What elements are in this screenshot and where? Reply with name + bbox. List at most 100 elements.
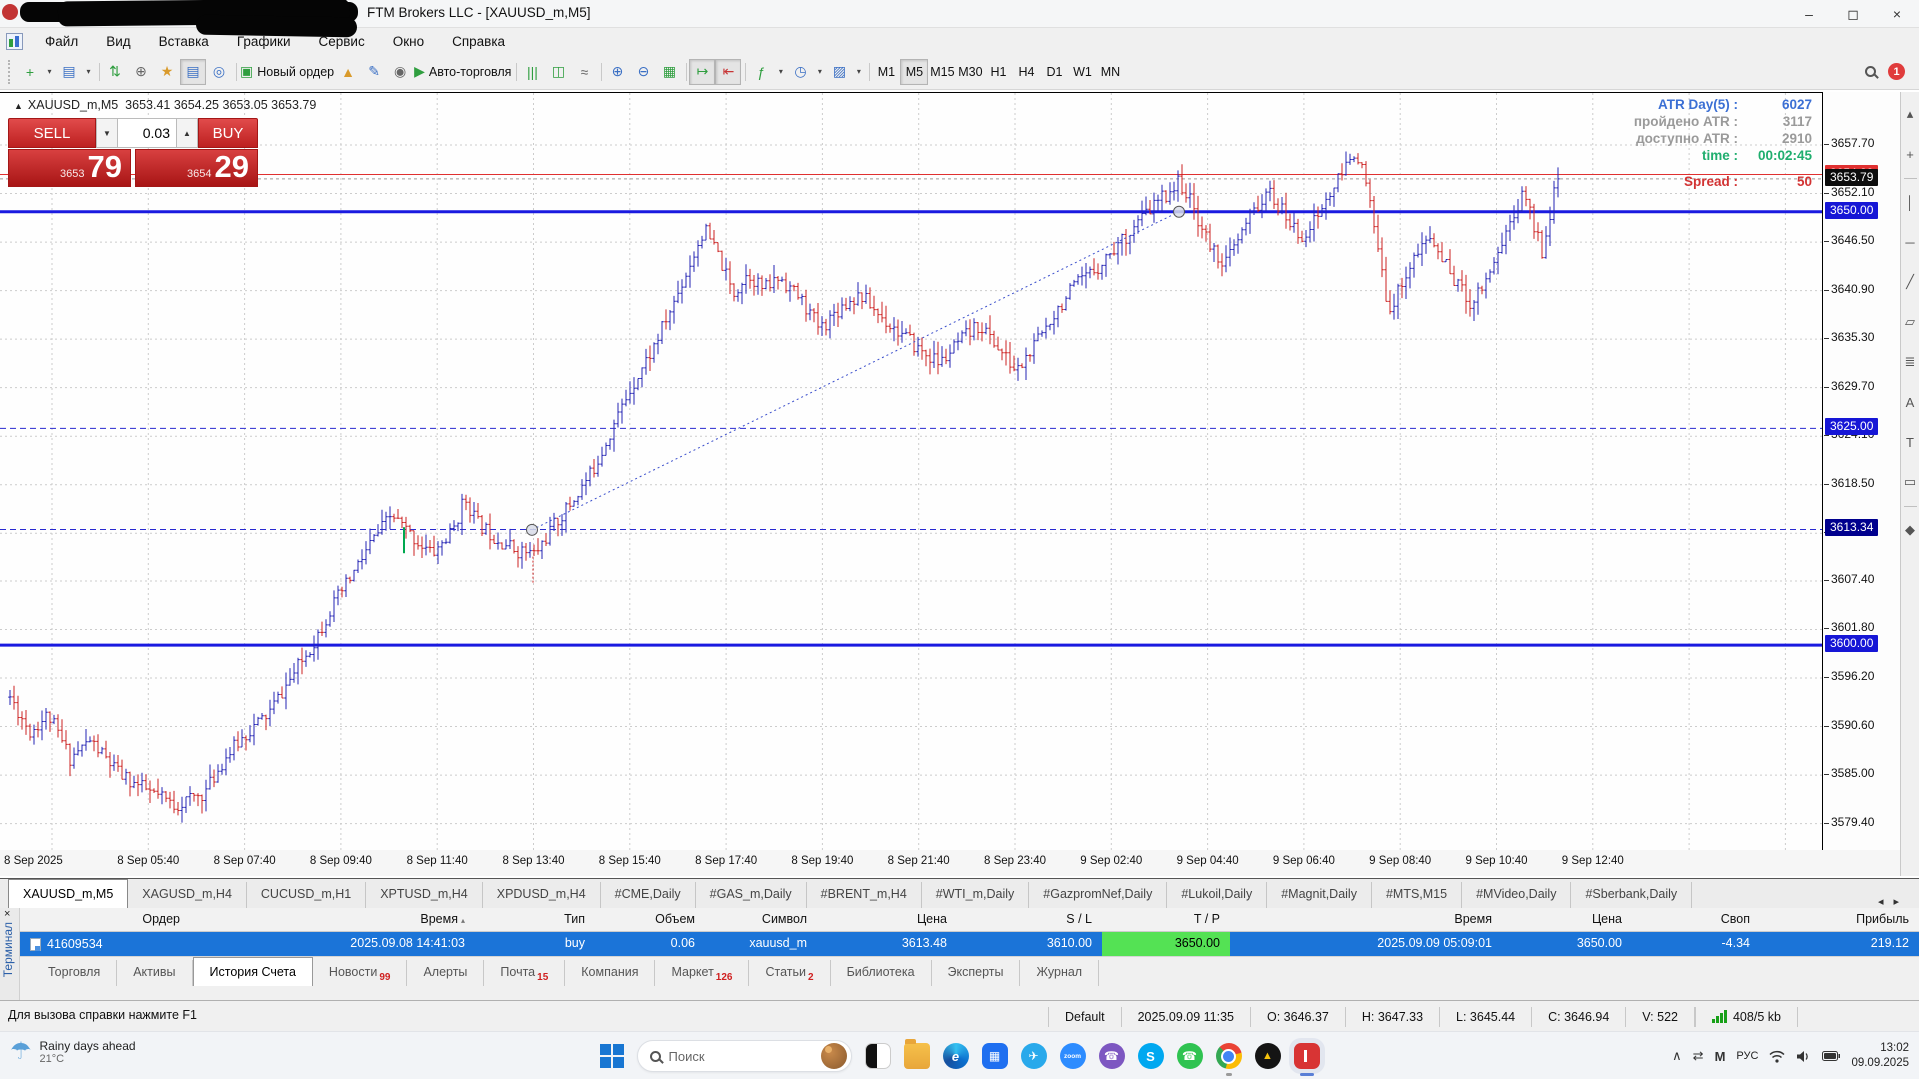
new-order-button[interactable]: ▣ Новый ордер	[239, 59, 335, 85]
symbol-tab[interactable]: XAGUSD_m,H4	[128, 882, 247, 908]
auto-scroll-button[interactable]: ↦	[689, 58, 716, 85]
menu-item[interactable]: Окно	[379, 30, 438, 53]
terminal-tab[interactable]: Журнал	[1020, 960, 1100, 986]
terminal-tab[interactable]: Эксперты	[932, 960, 1021, 986]
table-header-cell[interactable]: Ордер	[20, 908, 190, 931]
symbol-tab[interactable]: XAUUSD_m,M5	[8, 879, 129, 908]
profiles-button[interactable]: ▤	[56, 59, 82, 85]
symbol-tab[interactable]: #CME,Daily	[601, 882, 696, 908]
templates-button[interactable]: ▨	[826, 59, 852, 85]
table-header-cell[interactable]: Символ	[705, 908, 817, 931]
weather-widget[interactable]: ☂ Rainy days ahead 21°C	[10, 1037, 136, 1066]
strategy-tester-button[interactable]: ◎	[206, 59, 232, 85]
arrows-tool[interactable]: ◆	[1902, 510, 1919, 550]
profiles-dropdown[interactable]: ▾	[82, 59, 95, 85]
notification-badge[interactable]: 1	[1888, 63, 1905, 80]
zoom-icon[interactable]: zoom	[1059, 1043, 1086, 1069]
symbol-tab[interactable]: #MVideo,Daily	[1462, 882, 1572, 908]
data-window-button[interactable]: ⊕	[128, 59, 154, 85]
symbol-tab[interactable]: #GAS_m,Daily	[696, 882, 807, 908]
vertical-line-tool[interactable]: │	[1902, 182, 1919, 222]
new-chart-dropdown[interactable]: ▾	[43, 59, 56, 85]
rectangle-tool[interactable]: ▭	[1902, 462, 1919, 502]
lot-size-input[interactable]: 0.03	[118, 118, 176, 148]
table-header-cell[interactable]: Объем	[595, 908, 705, 931]
terminal-button[interactable]: ▤	[180, 58, 206, 85]
symbol-tab[interactable]: #Magnit,Daily	[1267, 882, 1372, 908]
history-table-row[interactable]: 41609534 2025.09.08 14:41:03 buy 0.06 xa…	[20, 932, 1919, 956]
navigator-button[interactable]: ★	[154, 59, 180, 85]
terminal-close-icon[interactable]: ×	[4, 908, 10, 920]
symbol-tab[interactable]: #Lukoil,Daily	[1167, 882, 1268, 908]
symbol-tab[interactable]: #MTS,M15	[1372, 882, 1463, 908]
start-button[interactable]	[599, 1044, 624, 1068]
file-explorer-icon[interactable]	[903, 1039, 930, 1069]
terminal-tab[interactable]: Новости 99	[313, 960, 408, 986]
text-label-tool[interactable]: T	[1902, 422, 1919, 462]
collapse-triangle-icon[interactable]: ▲	[14, 101, 23, 111]
symbol-tab[interactable]: #WTI_m,Daily	[922, 882, 1030, 908]
search-box[interactable]: Поиск	[636, 1040, 852, 1072]
terminal-tab[interactable]: Активы	[117, 960, 193, 986]
search-icon[interactable]	[1865, 66, 1876, 77]
timeframe-d1-button[interactable]: D1	[1040, 59, 1068, 85]
terminal-tab[interactable]: Торговля	[32, 960, 118, 986]
telegram-icon[interactable]: ✈	[1020, 1043, 1047, 1069]
market-watch-button[interactable]: ⇅	[102, 59, 128, 85]
bar-chart-button[interactable]: |||	[519, 59, 545, 85]
menu-item[interactable]: Файл	[31, 30, 92, 53]
edge-icon[interactable]: e	[942, 1043, 969, 1069]
table-header-cell[interactable]: Время	[1230, 908, 1502, 931]
menu-item[interactable]: Справка	[438, 30, 519, 53]
candlestick-chart-button[interactable]: ◫	[545, 59, 571, 85]
metatrader-icon[interactable]	[1293, 1043, 1320, 1069]
chart-scroll-up-button[interactable]: ▴	[1902, 94, 1919, 134]
terminal-tab[interactable]: Статьи 2	[749, 960, 831, 986]
buy-price[interactable]: 3654 29	[135, 149, 258, 187]
terminal-tab[interactable]: История Счета	[192, 957, 313, 986]
periods-button[interactable]: ◷	[787, 59, 813, 85]
atas-icon[interactable]: ▲	[1254, 1043, 1281, 1069]
lot-decrease-button[interactable]: ▼	[96, 118, 118, 148]
zoom-in-button[interactable]: ⊕	[604, 59, 630, 85]
table-header-cell[interactable]: Цена	[1502, 908, 1632, 931]
maximize-button[interactable]: ◻	[1831, 0, 1875, 28]
tile-windows-button[interactable]: ▦	[656, 59, 682, 85]
crosshair-tool[interactable]: +	[1902, 134, 1919, 174]
ms-store-icon[interactable]: ▦	[981, 1043, 1008, 1069]
viber-icon[interactable]: ☎	[1098, 1043, 1125, 1069]
close-button[interactable]: ×	[1875, 0, 1919, 28]
terminal-tab[interactable]: Маркет 126	[655, 960, 750, 986]
language-indicator[interactable]: РУС	[1736, 1050, 1758, 1062]
wifi-icon[interactable]	[1769, 1050, 1785, 1063]
timeframe-m30-button[interactable]: M30	[956, 59, 984, 85]
terminal-tab[interactable]: Почта 15	[484, 960, 566, 986]
menu-item[interactable]: Вид	[92, 30, 144, 53]
timeframe-m15-button[interactable]: M15	[928, 59, 956, 85]
tray-chevron-up-icon[interactable]: ∧	[1672, 1048, 1682, 1064]
indicators-list-button[interactable]: ƒ	[748, 59, 774, 85]
zoom-out-button[interactable]: ⊖	[630, 59, 656, 85]
periods-dropdown[interactable]: ▾	[813, 59, 826, 85]
bw-app-icon[interactable]	[864, 1043, 891, 1069]
battery-icon[interactable]	[1822, 1051, 1841, 1061]
sell-button[interactable]: SELL	[8, 118, 96, 148]
timeframe-mn-button[interactable]: MN	[1096, 59, 1124, 85]
timeframe-h1-button[interactable]: H1	[984, 59, 1012, 85]
equidistant-channel-tool[interactable]: ▱	[1902, 302, 1919, 342]
text-tool[interactable]: A	[1902, 382, 1919, 422]
table-header-cell[interactable]: T / P	[1102, 908, 1230, 931]
timeframe-w1-button[interactable]: W1	[1068, 59, 1096, 85]
symbol-tab[interactable]: XPDUSD_m,H4	[483, 882, 601, 908]
table-header-cell[interactable]: Своп	[1632, 908, 1760, 931]
tabs-scroll-left-icon[interactable]: ◂	[1878, 895, 1884, 908]
symbol-tab[interactable]: #Sberbank,Daily	[1571, 882, 1693, 908]
auto-trading-button[interactable]: ▶ Авто-торговля	[413, 59, 512, 85]
volume-icon[interactable]	[1796, 1050, 1811, 1063]
lot-increase-button[interactable]: ▲	[176, 118, 198, 148]
chrome-icon[interactable]	[1215, 1043, 1242, 1069]
sell-price[interactable]: 3653 79	[8, 149, 131, 187]
trendline-tool[interactable]: ╱	[1902, 262, 1919, 302]
table-header-cell[interactable]: Прибыль	[1760, 908, 1919, 931]
templates-dropdown[interactable]: ▾	[852, 59, 865, 85]
